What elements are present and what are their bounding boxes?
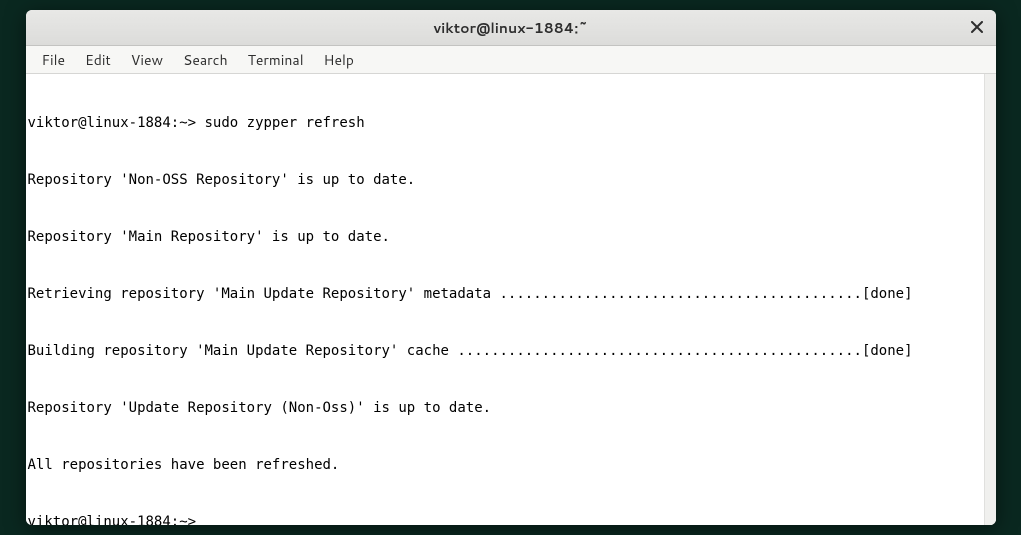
menu-help[interactable]: Help: [314, 46, 364, 74]
terminal-line: Repository 'Non-OSS Repository' is up to…: [28, 171, 992, 190]
close-button[interactable]: [966, 17, 988, 39]
terminal-output[interactable]: viktor@linux-1884:~> sudo zypper refresh…: [26, 74, 996, 525]
terminal-line: Repository 'Main Repository' is up to da…: [28, 228, 992, 247]
menu-terminal[interactable]: Terminal: [238, 46, 314, 74]
scrollbar[interactable]: [984, 74, 996, 525]
terminal-line: Retrieving repository 'Main Update Repos…: [28, 285, 992, 304]
terminal-line: Building repository 'Main Update Reposit…: [28, 342, 992, 361]
menu-view[interactable]: View: [121, 46, 173, 74]
menubar: File Edit View Search Terminal Help: [26, 46, 996, 74]
menu-file[interactable]: File: [32, 46, 76, 74]
window-title: viktor@linux-1884:~: [433, 18, 588, 38]
titlebar[interactable]: viktor@linux-1884:~: [26, 10, 996, 46]
close-icon: [971, 16, 983, 39]
terminal-line: Repository 'Update Repository (Non-Oss)'…: [28, 399, 992, 418]
terminal-window: viktor@linux-1884:~ File Edit View Searc…: [26, 10, 996, 525]
menu-edit[interactable]: Edit: [75, 46, 121, 74]
terminal-line: All repositories have been refreshed.: [28, 456, 992, 475]
terminal-line: viktor@linux-1884:~> sudo zypper refresh: [28, 114, 992, 133]
menu-search[interactable]: Search: [173, 46, 238, 74]
terminal-line: viktor@linux-1884:~>: [28, 513, 992, 525]
